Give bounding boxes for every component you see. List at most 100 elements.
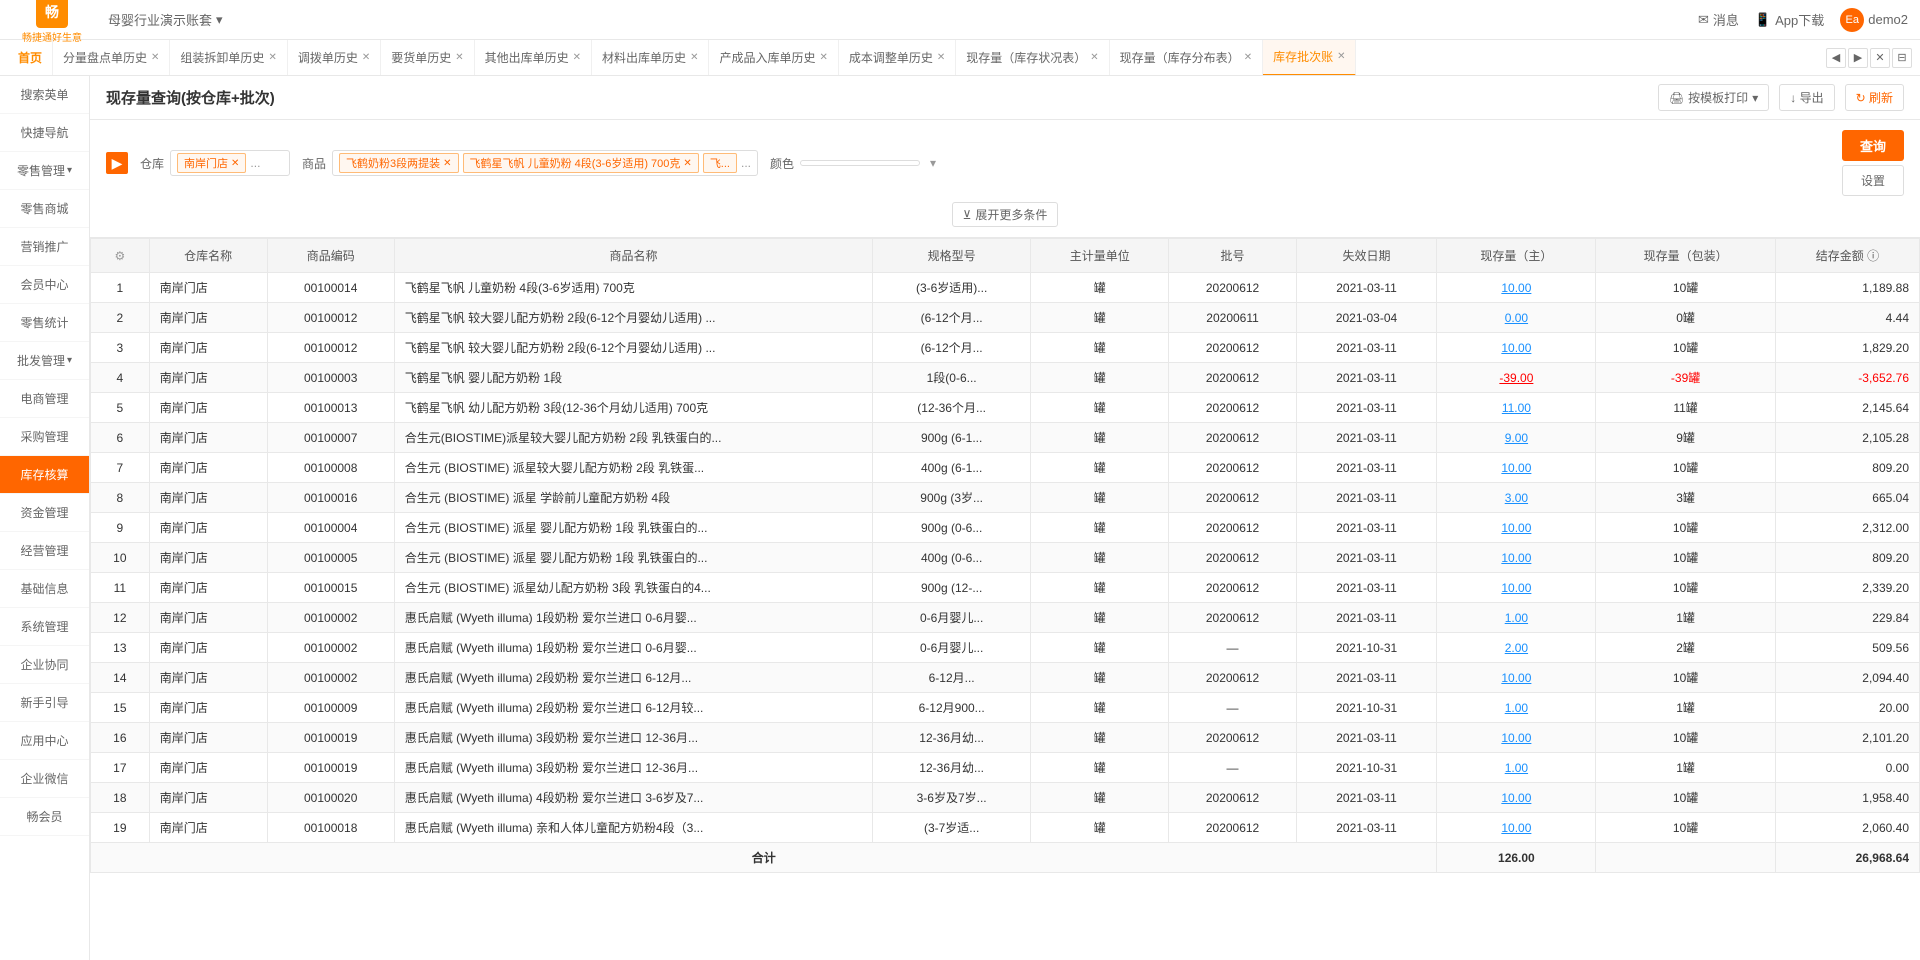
print-icon: 🖨 [1669,91,1684,105]
tab-9[interactable]: 现存量（库存状况表） ✕ [956,40,1109,76]
sidebar-item-wechat[interactable]: 企业微信 [0,760,89,798]
row-qty-main[interactable]: 10.00 [1437,543,1596,573]
close-icon[interactable]: ✕ [683,158,691,169]
product-tag-3[interactable]: 飞... [703,153,737,173]
tab-next-btn[interactable]: ▶ [1848,48,1868,68]
row-qty-main[interactable]: 0.00 [1437,303,1596,333]
query-btn[interactable]: 查询 [1842,130,1904,161]
tab-active[interactable]: 库存批次账 ✕ [1263,40,1356,76]
user-avatar[interactable]: Ea demo2 [1840,8,1908,32]
sidebar-item-search[interactable]: 搜索英单 [0,76,89,114]
sidebar-item-quick-nav[interactable]: 快捷导航 [0,114,89,152]
tab-menu-btn[interactable]: ⊟ [1892,48,1912,68]
tab-close-btn[interactable]: ✕ [1870,48,1890,68]
product-tag-2[interactable]: 飞鹤星飞帆 儿童奶粉 4段(3-6岁适用) 700克 ✕ [463,153,699,173]
sidebar-item-retail-store[interactable]: 零售商城 [0,190,89,228]
col-warehouse: 仓库名称 [149,239,267,273]
row-qty-main[interactable]: 10.00 [1437,813,1596,843]
row-qty-main[interactable]: 1.00 [1437,753,1596,783]
row-qty-main[interactable]: 10.00 [1437,783,1596,813]
export-btn[interactable]: ↓ 导出 [1779,84,1834,111]
page-header: 现存量查询(按仓库+批次) 🖨 按模板打印 ▾ ↓ 导出 ↻ 刷新 [90,76,1920,120]
toggle-arrow-btn[interactable]: ▶ [106,152,128,174]
close-icon[interactable]: ✕ [937,52,945,63]
color-tag-box[interactable] [800,160,920,166]
tab-home[interactable]: 首页 [8,40,53,76]
close-icon[interactable]: ✕ [443,158,451,169]
row-no: 11 [91,573,150,603]
close-icon[interactable]: ✕ [1337,51,1345,62]
table-row: 5 南岸门店 00100013 飞鹤星飞帆 幼儿配方奶粉 3段(12-36个月幼… [91,393,1920,423]
message-label: 消息 [1713,10,1739,29]
sidebar-item-retail-mgmt[interactable]: 零售管理 ▾ [0,152,89,190]
settings-icon[interactable]: ⚙ [114,249,125,263]
col-settings[interactable]: ⚙ [91,239,150,273]
tab-10[interactable]: 现存量（库存分布表） ✕ [1110,40,1263,76]
product-tag-1[interactable]: 飞鹤奶粉3段两提装 ✕ [339,153,459,173]
sidebar-item-member[interactable]: 会员中心 [0,266,89,304]
close-icon[interactable]: ✕ [819,52,827,63]
expand-filter-btn[interactable]: ⊻ 展开更多条件 [952,202,1059,227]
close-icon[interactable]: ✕ [362,52,370,63]
tab-prev-btn[interactable]: ◀ [1826,48,1846,68]
row-qty-main[interactable]: 1.00 [1437,603,1596,633]
row-qty-main[interactable]: 2.00 [1437,633,1596,663]
row-qty-main[interactable]: 10.00 [1437,333,1596,363]
close-icon[interactable]: ✕ [455,52,463,63]
row-qty-main[interactable]: -39.00 [1437,363,1596,393]
warehouse-tag-1[interactable]: 南岸门店 ✕ [177,153,246,173]
sidebar-item-retail-stats[interactable]: 零售统计 [0,304,89,342]
close-icon[interactable]: ✕ [690,52,698,63]
close-icon[interactable]: ✕ [268,52,276,63]
sidebar-item-wholesale[interactable]: 批发管理 ▾ [0,342,89,380]
row-qty-main[interactable]: 10.00 [1437,273,1596,303]
warehouse-tag-box[interactable]: 南岸门店 ✕ ... [170,150,290,176]
row-qty-main[interactable]: 9.00 [1437,423,1596,453]
app-download-btn[interactable]: 📱 App下载 [1755,10,1824,29]
sidebar-item-app-center[interactable]: 应用中心 [0,722,89,760]
sidebar-item-marketing[interactable]: 营销推广 [0,228,89,266]
tab-7[interactable]: 产成品入库单历史 ✕ [709,40,838,76]
tab-6[interactable]: 材料出库单历史 ✕ [592,40,709,76]
tab-8[interactable]: 成本调整单历史 ✕ [839,40,956,76]
tab-2[interactable]: 组装拆卸单历史 ✕ [170,40,287,76]
row-spec: 900g (0-6... [873,513,1031,543]
logo-icon: 畅 [36,0,68,28]
sidebar-item-guide[interactable]: 新手引导 [0,684,89,722]
refresh-btn[interactable]: ↻ 刷新 [1845,84,1904,111]
close-icon[interactable]: ✕ [151,52,159,63]
tab-4[interactable]: 要货单历史 ✕ [381,40,474,76]
template-print-btn[interactable]: 🖨 按模板打印 ▾ [1658,84,1769,111]
sidebar-item-inventory[interactable]: 库存核算 [0,456,89,494]
tab-1[interactable]: 分量盘点单历史 ✕ [53,40,170,76]
setting-btn[interactable]: 设置 [1842,165,1904,196]
tab-3[interactable]: 调拨单历史 ✕ [288,40,381,76]
close-icon[interactable]: ✕ [231,158,239,169]
close-icon[interactable]: ✕ [573,52,581,63]
close-icon[interactable]: ✕ [1244,52,1252,63]
industry-selector[interactable]: 母婴行业演示账套 ▾ [108,10,223,29]
sidebar-item-vip[interactable]: 畅会员 [0,798,89,836]
sidebar-item-basic-info[interactable]: 基础信息 [0,570,89,608]
row-qty-pkg: 9罐 [1596,423,1775,453]
tab-5[interactable]: 其他出库单历史 ✕ [475,40,592,76]
message-btn[interactable]: ✉ 消息 [1698,10,1739,29]
sidebar-item-collab[interactable]: 企业协同 [0,646,89,684]
row-qty-main[interactable]: 11.00 [1437,393,1596,423]
close-icon[interactable]: ✕ [1090,52,1098,63]
row-qty-main[interactable]: 1.00 [1437,693,1596,723]
row-qty-main[interactable]: 3.00 [1437,483,1596,513]
row-qty-main[interactable]: 10.00 [1437,513,1596,543]
sidebar-item-finance[interactable]: 资金管理 [0,494,89,532]
sidebar-item-operation[interactable]: 经营管理 [0,532,89,570]
sidebar-item-system[interactable]: 系统管理 [0,608,89,646]
product-tag-box[interactable]: 飞鹤奶粉3段两提装 ✕ 飞鹤星飞帆 儿童奶粉 4段(3-6岁适用) 700克 ✕… [332,150,758,176]
sidebar-item-purchase[interactable]: 采购管理 [0,418,89,456]
row-warehouse: 南岸门店 [149,753,267,783]
row-warehouse: 南岸门店 [149,393,267,423]
sidebar-item-ecommerce[interactable]: 电商管理 [0,380,89,418]
row-qty-main[interactable]: 10.00 [1437,663,1596,693]
row-qty-main[interactable]: 10.00 [1437,723,1596,753]
row-qty-main[interactable]: 10.00 [1437,453,1596,483]
row-qty-main[interactable]: 10.00 [1437,573,1596,603]
